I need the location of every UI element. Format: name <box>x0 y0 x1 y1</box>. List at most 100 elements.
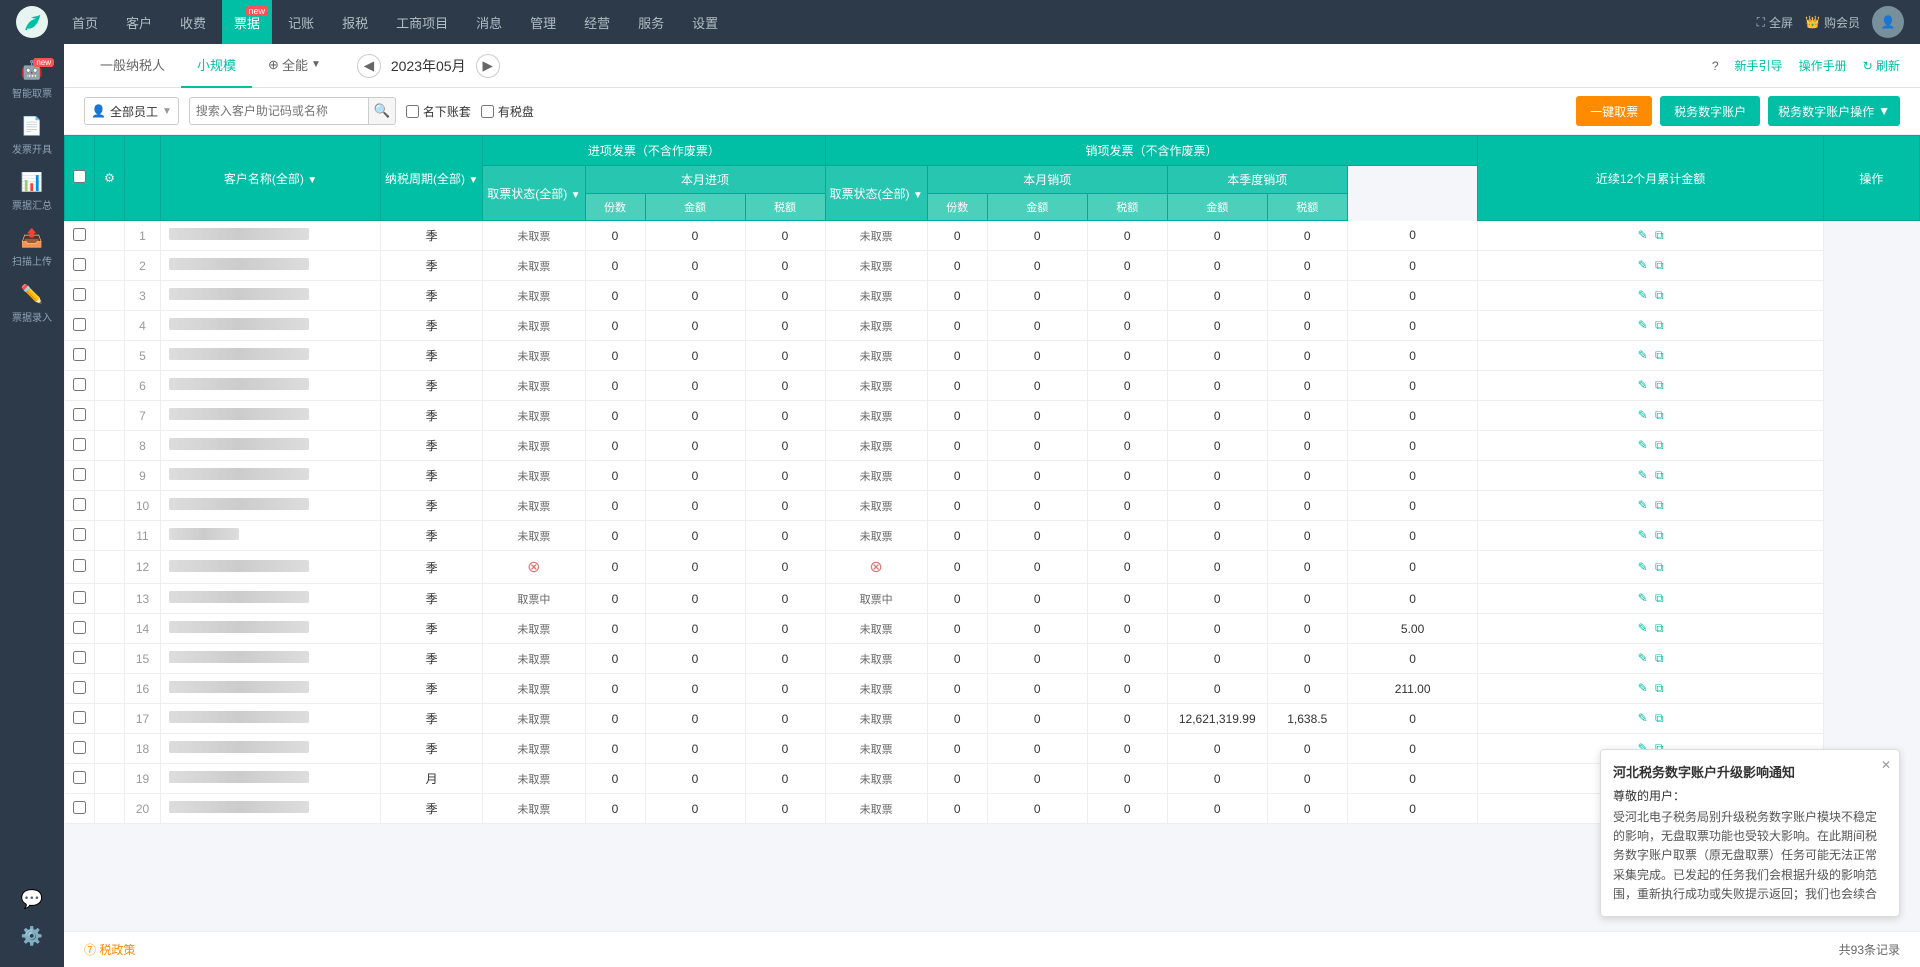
employee-select[interactable]: 👤 全部员工 ▼ <box>84 97 179 125</box>
edit-button[interactable]: ✎ <box>1638 348 1648 362</box>
copy-button[interactable]: ⧉ <box>1655 438 1664 452</box>
checkbox-taxdisk[interactable] <box>481 105 494 118</box>
th-customer-name[interactable]: 客户名称(全部) ▼ <box>161 136 381 221</box>
user-avatar[interactable]: 👤 <box>1872 6 1904 38</box>
tax-digital-account-button[interactable]: 税务数字账户 <box>1660 96 1760 126</box>
nav-item-manage[interactable]: 管理 <box>518 0 568 44</box>
row-checkbox[interactable] <box>73 681 86 694</box>
refresh-link[interactable]: ↻ 刷新 <box>1863 57 1900 74</box>
edit-button[interactable]: ✎ <box>1638 528 1648 542</box>
row-checkbox[interactable] <box>73 378 86 391</box>
one-click-ticket-button[interactable]: 一键取票 <box>1576 96 1652 126</box>
row-checkbox[interactable] <box>73 288 86 301</box>
period-next-button[interactable]: ▶ <box>476 54 500 78</box>
nav-item-settings[interactable]: 设置 <box>680 0 730 44</box>
th-input-status[interactable]: 取票状态(全部) ▼ <box>483 166 585 221</box>
edit-button[interactable]: ✎ <box>1638 560 1648 574</box>
tab-all[interactable]: ⊕ 全能 ▼ <box>252 44 337 88</box>
period-prev-button[interactable]: ◀ <box>357 54 381 78</box>
row-checkbox[interactable] <box>73 498 86 511</box>
edit-button[interactable]: ✎ <box>1638 258 1648 272</box>
guide-link[interactable]: 新手引导 <box>1735 57 1783 74</box>
search-button[interactable]: 🔍 <box>368 97 396 125</box>
sidebar-item-ticket-entry[interactable]: ✏️ 票据录入 <box>0 276 64 332</box>
copy-button[interactable]: ⧉ <box>1655 318 1664 332</box>
nav-item-bookkeeping[interactable]: 记账 <box>276 0 326 44</box>
edit-button[interactable]: ✎ <box>1638 711 1648 725</box>
edit-button[interactable]: ✎ <box>1638 288 1648 302</box>
row-checkbox[interactable] <box>73 711 86 724</box>
row-checkbox[interactable] <box>73 228 86 241</box>
row-checkbox[interactable] <box>73 408 86 421</box>
copy-button[interactable]: ⧉ <box>1655 288 1664 302</box>
sidebar-item-config[interactable]: ⚙️ <box>0 918 64 955</box>
row-checkbox[interactable] <box>73 771 86 784</box>
row-checkbox[interactable] <box>73 741 86 754</box>
search-input[interactable] <box>189 97 369 125</box>
checkbox-taxdisk-label[interactable]: 有税盘 <box>481 103 534 120</box>
row-checkbox[interactable] <box>73 651 86 664</box>
copy-button[interactable]: ⧉ <box>1655 651 1664 665</box>
row-checkbox[interactable] <box>73 318 86 331</box>
sidebar-item-message[interactable]: 💬 <box>0 881 64 918</box>
sidebar-item-scan-upload[interactable]: 📤 扫描上传 <box>0 220 64 276</box>
sidebar-item-open-invoice[interactable]: 📄 发票开具 <box>0 108 64 164</box>
row-checkbox[interactable] <box>73 348 86 361</box>
copy-button[interactable]: ⧉ <box>1655 681 1664 695</box>
manual-link[interactable]: 操作手册 <box>1799 57 1847 74</box>
copy-button[interactable]: ⧉ <box>1655 378 1664 392</box>
edit-button[interactable]: ✎ <box>1638 498 1648 512</box>
edit-button[interactable]: ✎ <box>1638 438 1648 452</box>
nav-item-business[interactable]: 工商项目 <box>384 0 460 44</box>
edit-button[interactable]: ✎ <box>1638 591 1648 605</box>
row-checkbox[interactable] <box>73 258 86 271</box>
row-checkbox[interactable] <box>73 468 86 481</box>
copy-button[interactable]: ⧉ <box>1655 408 1664 422</box>
tax-digital-account-dropdown[interactable]: 税务数字账户操作 ▼ <box>1768 96 1900 126</box>
edit-button[interactable]: ✎ <box>1638 408 1648 422</box>
row-checkbox[interactable] <box>73 591 86 604</box>
tab-small-scale[interactable]: 小规模 <box>181 44 252 88</box>
copy-button[interactable]: ⧉ <box>1655 621 1664 635</box>
sidebar-item-summary[interactable]: 📊 票据汇总 <box>0 164 64 220</box>
copy-button[interactable]: ⧉ <box>1655 258 1664 272</box>
vip-button[interactable]: 👑 购会员 <box>1805 14 1860 31</box>
row-checkbox[interactable] <box>73 559 86 572</box>
edit-button[interactable]: ✎ <box>1638 378 1648 392</box>
th-tax-period[interactable]: 纳税周期(全部) ▼ <box>381 136 483 221</box>
edit-button[interactable]: ✎ <box>1638 468 1648 482</box>
copy-button[interactable]: ⧉ <box>1655 560 1664 574</box>
select-all-checkbox[interactable] <box>73 170 86 183</box>
nav-item-invoice[interactable]: 票据 new <box>222 0 272 44</box>
tab-general-taxpayer[interactable]: 一般纳税人 <box>84 44 181 88</box>
nav-item-home[interactable]: 首页 <box>60 0 110 44</box>
nav-item-message[interactable]: 消息 <box>464 0 514 44</box>
checkbox-account-label[interactable]: 名下账套 <box>406 103 471 120</box>
row-checkbox[interactable] <box>73 438 86 451</box>
copy-button[interactable]: ⧉ <box>1655 711 1664 725</box>
edit-button[interactable]: ✎ <box>1638 318 1648 332</box>
nav-item-tax[interactable]: 报税 <box>330 0 380 44</box>
nav-item-service[interactable]: 服务 <box>626 0 676 44</box>
checkbox-account[interactable] <box>406 105 419 118</box>
copy-button[interactable]: ⧉ <box>1655 498 1664 512</box>
copy-button[interactable]: ⧉ <box>1655 348 1664 362</box>
nav-item-billing[interactable]: 收费 <box>168 0 218 44</box>
copy-button[interactable]: ⧉ <box>1655 468 1664 482</box>
copy-button[interactable]: ⧉ <box>1655 591 1664 605</box>
th-output-status[interactable]: 取票状态(全部) ▼ <box>825 166 927 221</box>
copy-button[interactable]: ⧉ <box>1655 228 1664 242</box>
nav-item-operations[interactable]: 经营 <box>572 0 622 44</box>
sidebar-item-smart-ticket[interactable]: 🤖 智能取票 new <box>0 52 64 108</box>
edit-button[interactable]: ✎ <box>1638 621 1648 635</box>
edit-button[interactable]: ✎ <box>1638 651 1648 665</box>
edit-button[interactable]: ✎ <box>1638 228 1648 242</box>
copy-button[interactable]: ⧉ <box>1655 528 1664 542</box>
fullscreen-button[interactable]: ⛶ 全屏 <box>1757 14 1793 31</box>
nav-item-customer[interactable]: 客户 <box>114 0 164 44</box>
edit-button[interactable]: ✎ <box>1638 681 1648 695</box>
row-checkbox[interactable] <box>73 528 86 541</box>
tax-policy-link[interactable]: ⑦ 税政策 <box>84 941 135 958</box>
notification-close-button[interactable]: ✕ <box>1881 758 1891 772</box>
row-checkbox[interactable] <box>73 801 86 814</box>
